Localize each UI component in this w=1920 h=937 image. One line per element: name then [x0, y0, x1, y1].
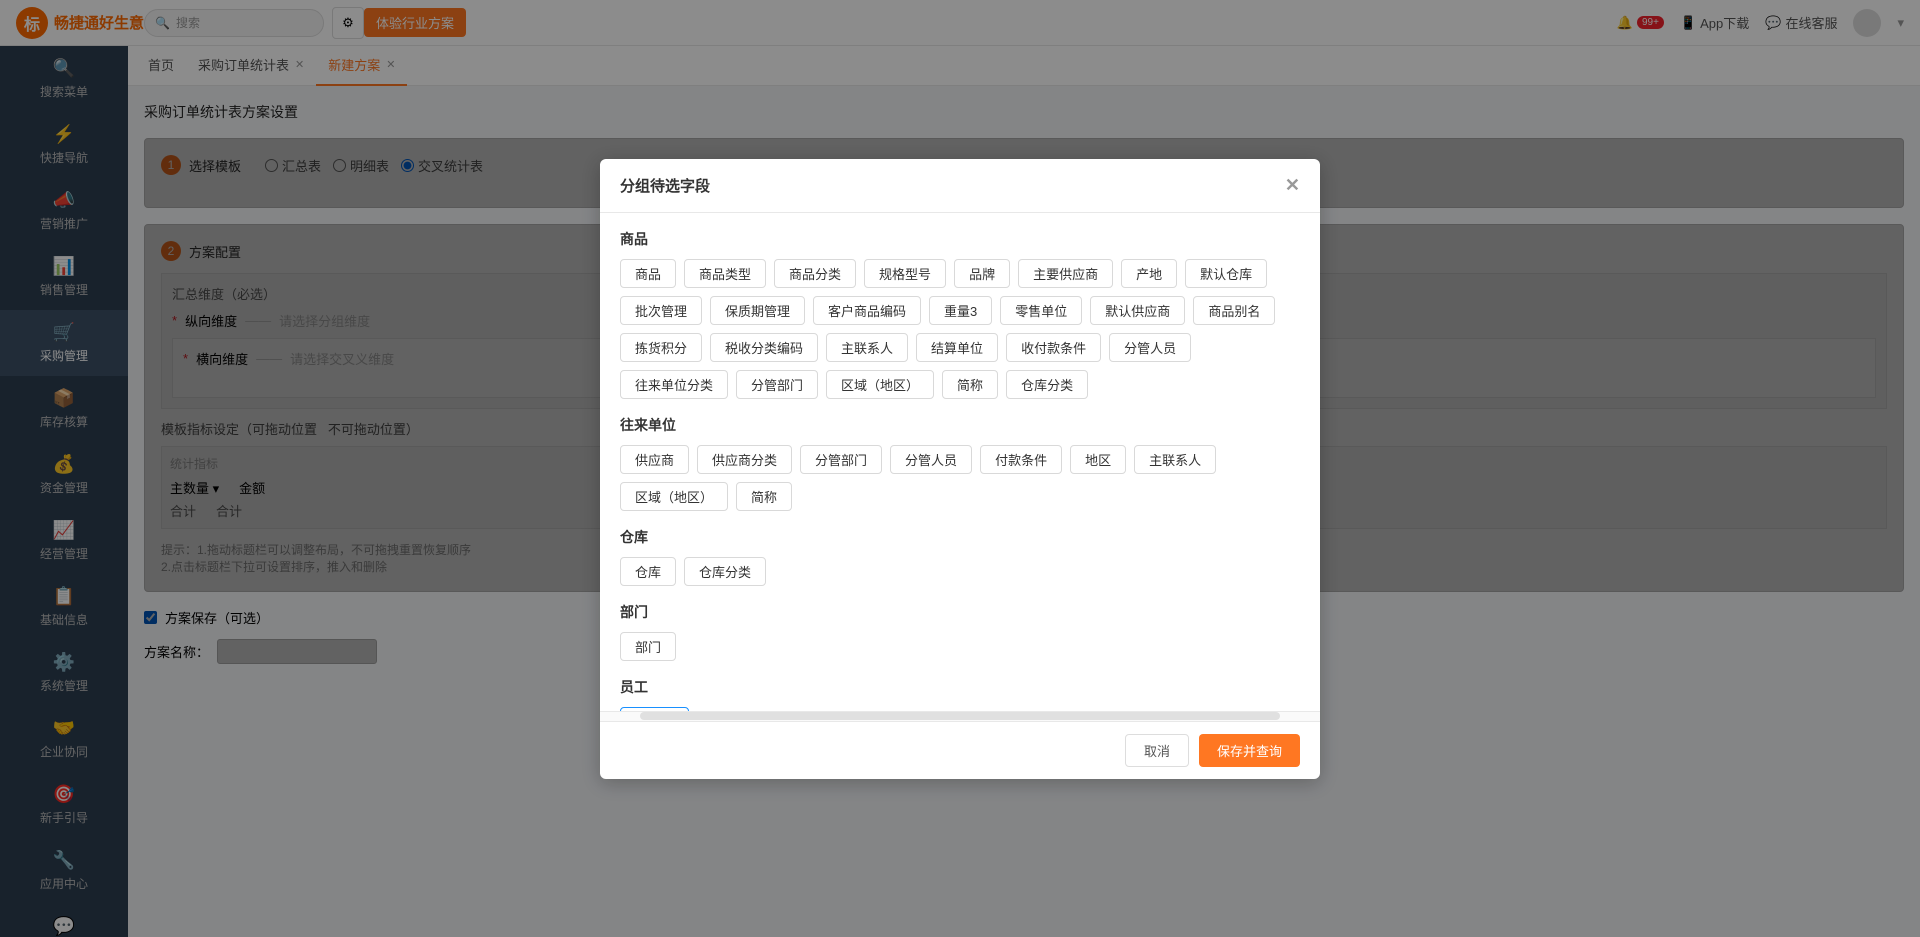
modal-hscroll[interactable]	[600, 711, 1320, 721]
field-tag[interactable]: 主要供应商	[1018, 259, 1113, 288]
field-tag[interactable]: 主联系人	[1134, 445, 1216, 474]
field-tag[interactable]: 客户商品编码	[813, 296, 921, 325]
field-tag[interactable]: 分管部门	[800, 445, 882, 474]
field-tag[interactable]: 往来单位分类	[620, 370, 728, 399]
field-tag[interactable]: 分管部门	[736, 370, 818, 399]
field-tag[interactable]: 区域（地区）	[620, 482, 728, 511]
modal-body: 商品商品商品类型商品分类规格型号品牌主要供应商产地默认仓库批次管理保质期管理客户…	[600, 213, 1320, 711]
field-tag[interactable]: 收付款条件	[1006, 333, 1101, 362]
modal-footer: 取消 保存并查询	[600, 721, 1320, 779]
field-group-1: 往来单位供应商供应商分类分管部门分管人员付款条件地区主联系人区域（地区） 简称	[620, 415, 1300, 511]
field-tag[interactable]: 产地	[1121, 259, 1177, 288]
field-tag[interactable]: 供应商	[620, 445, 689, 474]
field-tag[interactable]: 商品分类	[774, 259, 856, 288]
field-tag[interactable]: 默认仓库	[1185, 259, 1267, 288]
field-tag[interactable]: 结算单位	[916, 333, 998, 362]
modal-close-btn[interactable]: ✕	[1285, 175, 1300, 196]
field-tag[interactable]: 默认供应商	[1090, 296, 1185, 325]
field-group-0: 商品商品商品类型商品分类规格型号品牌主要供应商产地默认仓库批次管理保质期管理客户…	[620, 229, 1300, 399]
field-tag[interactable]: 拣货积分	[620, 333, 702, 362]
field-tag[interactable]: 区域（地区）	[826, 370, 934, 399]
field-tag[interactable]: 供应商分类	[697, 445, 792, 474]
field-tag[interactable]: 付款条件	[980, 445, 1062, 474]
field-group-title-1: 往来单位	[620, 415, 1300, 435]
field-tag[interactable]: 规格型号	[864, 259, 946, 288]
field-tag[interactable]: 分管人员	[1109, 333, 1191, 362]
field-tag[interactable]: 主联系人	[826, 333, 908, 362]
field-tag[interactable]: 简称	[736, 482, 792, 511]
field-tag[interactable]: 仓库	[620, 557, 676, 586]
modal: 分组待选字段 ✕ 商品商品商品类型商品分类规格型号品牌主要供应商产地默认仓库批次…	[600, 159, 1320, 779]
modal-title: 分组待选字段	[620, 175, 710, 196]
confirm-button[interactable]: 保存并查询	[1199, 734, 1300, 767]
field-tag[interactable]: 商品	[620, 259, 676, 288]
field-tag[interactable]: 商品别名	[1193, 296, 1275, 325]
field-group-title-0: 商品	[620, 229, 1300, 249]
field-tag[interactable]: 部门	[620, 632, 676, 661]
field-tag[interactable]: 仓库分类	[1006, 370, 1088, 399]
field-group-4: 员工业务员	[620, 677, 1300, 711]
modal-overlay: 分组待选字段 ✕ 商品商品商品类型商品分类规格型号品牌主要供应商产地默认仓库批次…	[0, 0, 1920, 937]
field-tag[interactable]: 保质期管理	[710, 296, 805, 325]
field-tag[interactable]: 重量3	[929, 296, 992, 325]
field-tag[interactable]: 分管人员	[890, 445, 972, 474]
field-group-title-3: 部门	[620, 602, 1300, 622]
field-group-title-4: 员工	[620, 677, 1300, 697]
field-tag[interactable]: 品牌	[954, 259, 1010, 288]
modal-header: 分组待选字段 ✕	[600, 159, 1320, 213]
field-tags-3: 部门	[620, 632, 1300, 661]
field-tag[interactable]: 仓库分类	[684, 557, 766, 586]
field-group-title-2: 仓库	[620, 527, 1300, 547]
field-tags-2: 仓库仓库分类	[620, 557, 1300, 586]
field-group-2: 仓库仓库仓库分类	[620, 527, 1300, 586]
field-tag[interactable]: 税收分类编码	[710, 333, 818, 362]
cancel-button[interactable]: 取消	[1125, 734, 1189, 767]
field-tag[interactable]: 零售单位	[1000, 296, 1082, 325]
field-tag[interactable]: 简称	[942, 370, 998, 399]
field-tag[interactable]: 批次管理	[620, 296, 702, 325]
field-group-3: 部门部门	[620, 602, 1300, 661]
field-tag[interactable]: 地区	[1070, 445, 1126, 474]
field-tags-0: 商品商品类型商品分类规格型号品牌主要供应商产地默认仓库批次管理保质期管理客户商品…	[620, 259, 1300, 399]
field-tag[interactable]: 商品类型	[684, 259, 766, 288]
field-tags-1: 供应商供应商分类分管部门分管人员付款条件地区主联系人区域（地区） 简称	[620, 445, 1300, 511]
